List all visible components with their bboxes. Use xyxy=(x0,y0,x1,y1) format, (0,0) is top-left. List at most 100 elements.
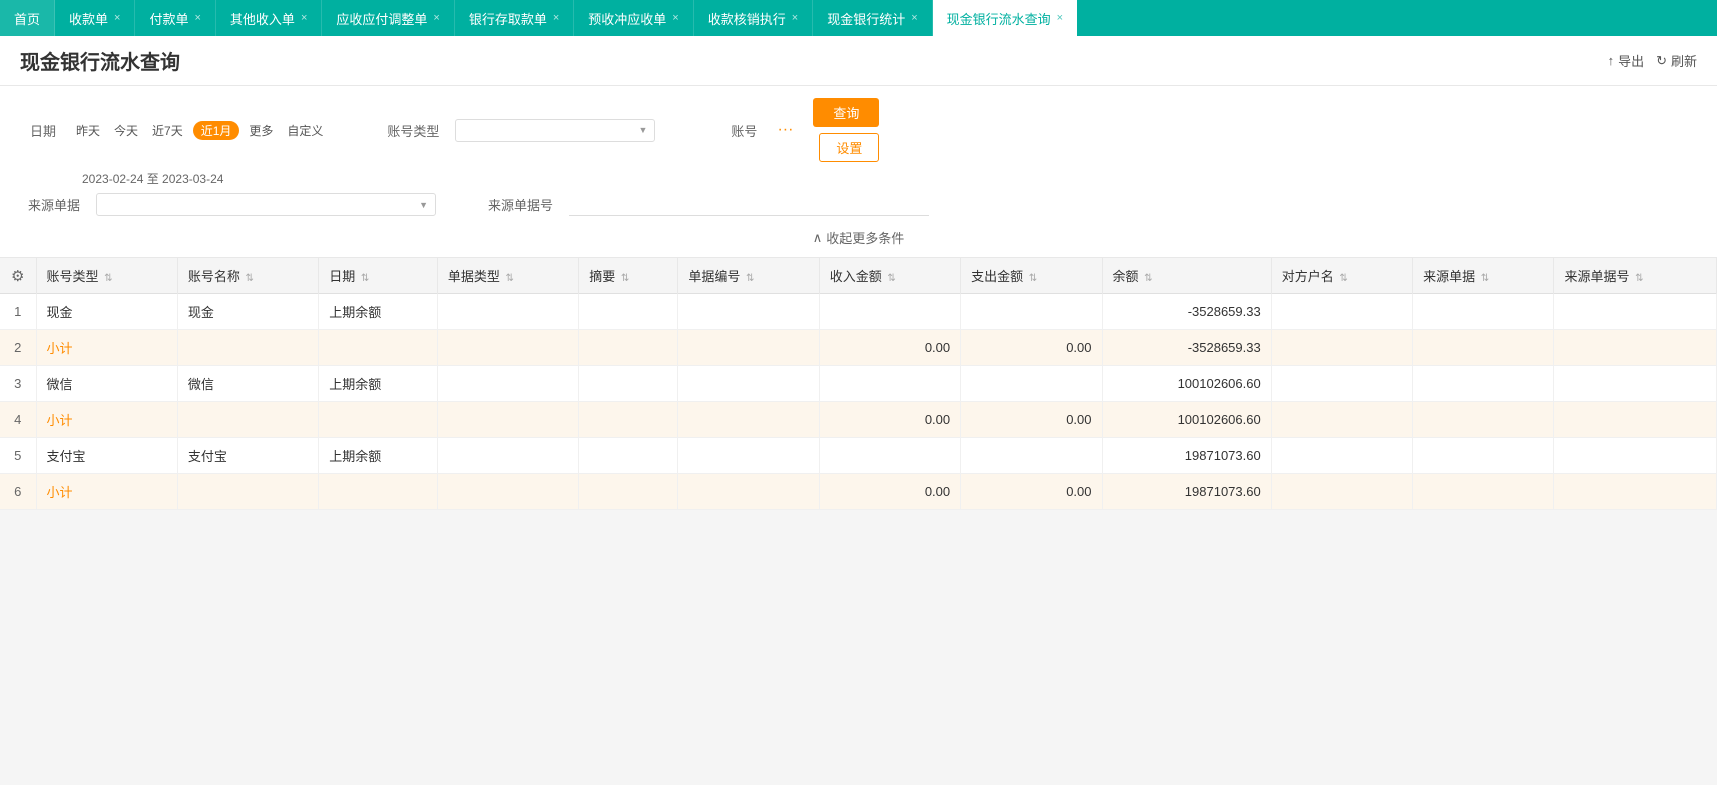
cell-account-name xyxy=(177,330,318,366)
collapse-up-icon: ∧ xyxy=(813,230,823,246)
nav-item-flow[interactable]: 现金银行流水查询 × xyxy=(933,0,1077,36)
filter-area: 日期 昨天 今天 近7天 近1月 更多 自定义 账号类型 现金 微信 支付宝 账… xyxy=(0,86,1717,258)
sort-icon: ⇅ xyxy=(104,273,112,284)
table-header-row: ⚙ 账号类型 ⇅ 账号名称 ⇅ 日期 ⇅ 单据类型 ⇅ 摘要 ⇅ 单据编号 ⇅ … xyxy=(0,258,1717,294)
col-date[interactable]: 日期 ⇅ xyxy=(319,258,438,294)
export-icon: ↑ xyxy=(1608,53,1615,68)
cell-expense xyxy=(961,294,1102,330)
table-row: 6小计0.000.0019871073.60 xyxy=(0,474,1717,510)
nav-item-other-income[interactable]: 其他收入单 × xyxy=(216,0,322,36)
col-source-doc-no[interactable]: 来源单据号 ⇅ xyxy=(1554,258,1717,294)
nav-item-verify[interactable]: 收款核销执行 × xyxy=(694,0,813,36)
cell-account-type: 微信 xyxy=(36,366,177,402)
sort-icon: ⇅ xyxy=(361,273,369,284)
cell-income xyxy=(819,366,960,402)
date-btn-today[interactable]: 今天 xyxy=(110,121,142,140)
cell-summary xyxy=(579,294,678,330)
sort-icon: ⇅ xyxy=(1481,273,1489,284)
date-btn-yesterday[interactable]: 昨天 xyxy=(72,121,104,140)
cell-account-type: 小计 xyxy=(36,474,177,510)
account-type-select-wrapper: 现金 微信 支付宝 xyxy=(455,119,655,142)
nav-item-payment[interactable]: 付款单 × xyxy=(135,0,215,36)
account-type-select[interactable]: 现金 微信 支付宝 xyxy=(455,119,655,142)
cell-doc-no xyxy=(678,474,819,510)
cell-doc-type xyxy=(437,474,578,510)
data-table-wrap: ⚙ 账号类型 ⇅ 账号名称 ⇅ 日期 ⇅ 单据类型 ⇅ 摘要 ⇅ 单据编号 ⇅ … xyxy=(0,258,1717,510)
sort-icon: ⇅ xyxy=(506,273,514,284)
nav-item-home[interactable]: 首页 xyxy=(0,0,55,36)
close-icon[interactable]: × xyxy=(792,12,798,24)
cell-date: 上期余额 xyxy=(319,438,438,474)
sort-icon: ⇅ xyxy=(887,273,895,284)
cell-source-doc xyxy=(1413,294,1554,330)
date-btn-more[interactable]: 更多 xyxy=(245,121,277,140)
source-doc-select[interactable] xyxy=(96,193,436,216)
cell-account-type: 小计 xyxy=(36,330,177,366)
close-icon[interactable]: × xyxy=(1057,12,1063,24)
nav-item-bank[interactable]: 银行存取款单 × xyxy=(455,0,574,36)
cell-source-doc-no xyxy=(1554,474,1717,510)
close-icon[interactable]: × xyxy=(194,12,200,24)
sort-icon: ⇅ xyxy=(1029,273,1037,284)
col-counterparty[interactable]: 对方户名 ⇅ xyxy=(1271,258,1412,294)
close-icon[interactable]: × xyxy=(114,12,120,24)
cell-account-name: 现金 xyxy=(177,294,318,330)
refresh-button[interactable]: ↻ 刷新 xyxy=(1656,51,1697,70)
close-icon[interactable]: × xyxy=(301,12,307,24)
close-icon[interactable]: × xyxy=(911,12,917,24)
sort-icon: ⇅ xyxy=(1144,273,1152,284)
query-button[interactable]: 查询 xyxy=(813,98,879,127)
export-button[interactable]: ↑ 导出 xyxy=(1608,51,1645,70)
col-source-doc[interactable]: 来源单据 ⇅ xyxy=(1413,258,1554,294)
close-icon[interactable]: × xyxy=(672,12,678,24)
refresh-icon: ↻ xyxy=(1656,53,1667,69)
date-btn-1month[interactable]: 近1月 xyxy=(193,121,240,140)
row-no: 2 xyxy=(0,330,36,366)
cell-counterparty xyxy=(1271,474,1412,510)
col-account-type[interactable]: 账号类型 ⇅ xyxy=(36,258,177,294)
cell-doc-type xyxy=(437,366,578,402)
date-label: 日期 xyxy=(20,121,56,140)
col-doc-type[interactable]: 单据类型 ⇅ xyxy=(437,258,578,294)
col-balance[interactable]: 余额 ⇅ xyxy=(1102,258,1271,294)
col-account-name[interactable]: 账号名称 ⇅ xyxy=(177,258,318,294)
row-no: 3 xyxy=(0,366,36,402)
close-icon[interactable]: × xyxy=(433,12,439,24)
nav-item-prepay[interactable]: 预收冲应收单 × xyxy=(574,0,693,36)
cell-account-type: 现金 xyxy=(36,294,177,330)
cell-account-type: 支付宝 xyxy=(36,438,177,474)
col-gear[interactable]: ⚙ xyxy=(0,258,36,294)
nav-item-stats[interactable]: 现金银行统计 × xyxy=(813,0,932,36)
cell-summary xyxy=(579,474,678,510)
cell-summary xyxy=(579,438,678,474)
account-dots-button[interactable]: ··· xyxy=(773,121,797,139)
date-btn-custom[interactable]: 自定义 xyxy=(283,121,327,140)
account-label: 账号 xyxy=(727,121,757,140)
collapse-bar[interactable]: ∧ 收起更多条件 xyxy=(20,224,1697,249)
cell-summary xyxy=(579,330,678,366)
nav-item-receipts[interactable]: 收款单 × xyxy=(55,0,135,36)
cell-income: 0.00 xyxy=(819,474,960,510)
cell-counterparty xyxy=(1271,330,1412,366)
col-expense[interactable]: 支出金额 ⇅ xyxy=(961,258,1102,294)
nav-item-adjust[interactable]: 应收应付调整单 × xyxy=(322,0,454,36)
cell-doc-type xyxy=(437,438,578,474)
col-income[interactable]: 收入金额 ⇅ xyxy=(819,258,960,294)
cell-doc-no xyxy=(678,294,819,330)
cell-doc-no xyxy=(678,330,819,366)
date-btn-7days[interactable]: 近7天 xyxy=(148,121,187,140)
cell-date: 上期余额 xyxy=(319,366,438,402)
cell-source-doc-no xyxy=(1554,330,1717,366)
cell-doc-no xyxy=(678,438,819,474)
sort-icon: ⇅ xyxy=(621,273,629,284)
close-icon[interactable]: × xyxy=(553,12,559,24)
col-doc-no[interactable]: 单据编号 ⇅ xyxy=(678,258,819,294)
cell-expense: 0.00 xyxy=(961,402,1102,438)
col-summary[interactable]: 摘要 ⇅ xyxy=(579,258,678,294)
cell-expense: 0.00 xyxy=(961,330,1102,366)
settings-button[interactable]: 设置 xyxy=(819,133,879,162)
source-doc-no-input[interactable] xyxy=(569,194,929,216)
settings-icon[interactable]: ⚙ xyxy=(11,268,24,285)
cell-date xyxy=(319,330,438,366)
cell-balance: 19871073.60 xyxy=(1102,474,1271,510)
